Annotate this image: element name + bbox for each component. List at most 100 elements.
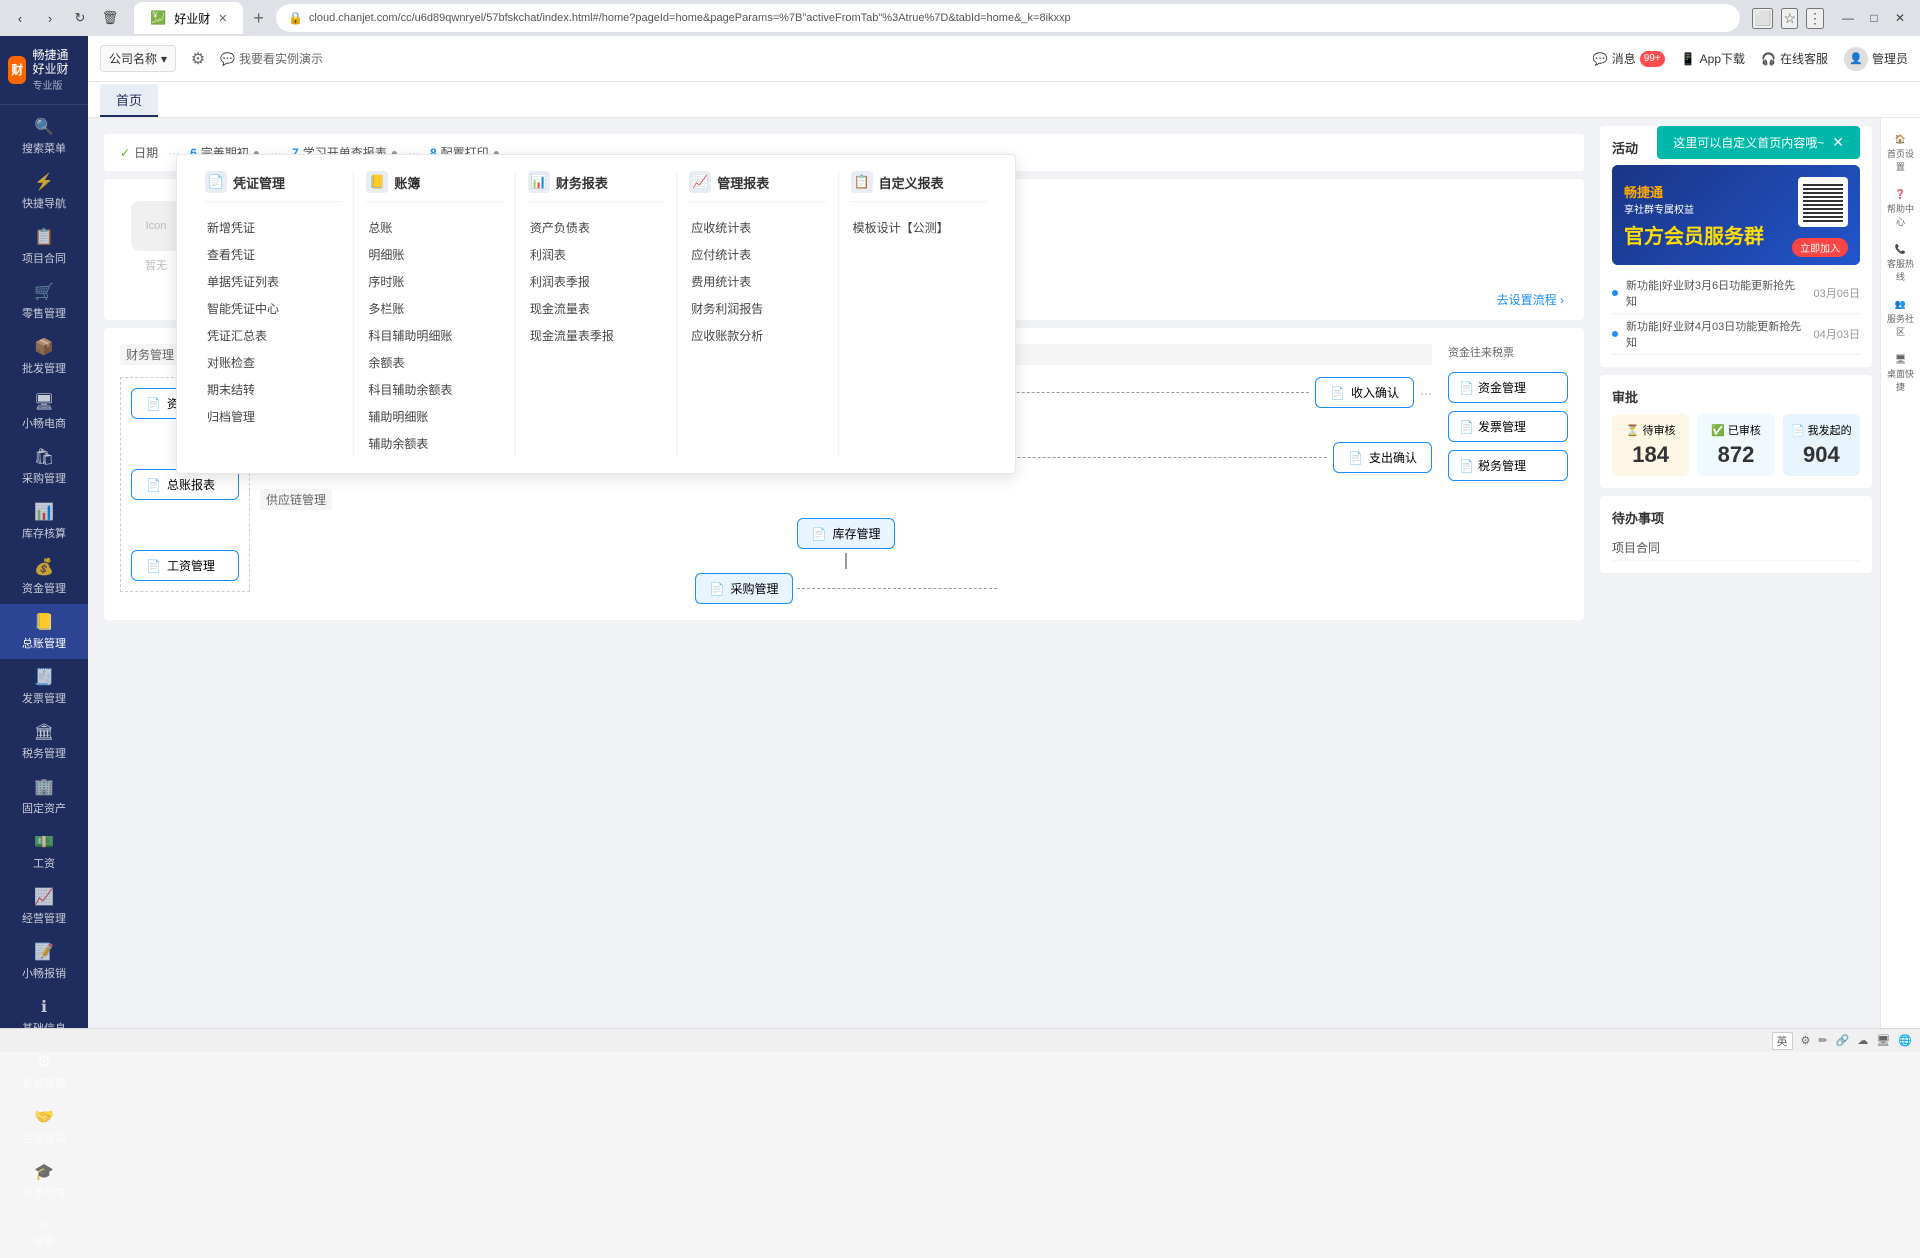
- dropdown-item-general-ledger[interactable]: 总账: [366, 214, 502, 241]
- screen-cast-button[interactable]: ⬜: [1752, 8, 1773, 29]
- dropdown-item-template-design[interactable]: 模板设计【公测】: [851, 214, 987, 241]
- tab-nav: 首页: [88, 82, 1920, 118]
- new-tab-button[interactable]: +: [245, 8, 272, 29]
- sidebar-item-guide[interactable]: 🎓 新手引导: [0, 1154, 88, 1209]
- user-info[interactable]: 👤 管理员: [1844, 47, 1908, 71]
- expense-icon: 📝: [34, 942, 54, 962]
- close-window-button[interactable]: ✕: [1888, 6, 1912, 30]
- dropdown-item-view-voucher[interactable]: 查看凭证: [205, 241, 341, 268]
- sidebar-item-tax[interactable]: 🏛 税务管理: [0, 714, 88, 769]
- ledger-flow-icon: 📄: [146, 478, 161, 492]
- minimize-button[interactable]: —: [1836, 6, 1860, 30]
- settings-icon: ⚙: [39, 1219, 49, 1232]
- dropdown-item-multi-col-ledger[interactable]: 多栏账: [366, 295, 502, 322]
- top-bar-left: 公司名称 ▾ ⚙ 💬 我要看实例演示: [100, 45, 1581, 73]
- status-bar: 英 ⚙ ✏ 🔗 ☁ 🖥 🌐: [0, 1028, 1920, 1052]
- sidebar-item-project-contract[interactable]: 📋 项目合同: [0, 219, 88, 274]
- sidebar-item-collab[interactable]: 🤝 企业协同: [0, 1099, 88, 1154]
- dropdown-item-detail-ledger[interactable]: 明细账: [366, 241, 502, 268]
- sidebar-item-wholesale[interactable]: 📦 批发管理: [0, 329, 88, 384]
- maximize-button[interactable]: □: [1862, 6, 1886, 30]
- tab-close-button[interactable]: ✕: [218, 12, 227, 25]
- lang-toggle[interactable]: 英: [1772, 1032, 1793, 1050]
- payroll-flow-icon: 📄: [146, 559, 161, 573]
- bookmark-button[interactable]: ☆: [1781, 8, 1798, 29]
- sidebar-operations-label: 经营管理: [22, 910, 66, 926]
- sidebar-item-fixed-assets[interactable]: 🏢 固定资产: [0, 769, 88, 824]
- top-bar: 公司名称 ▾ ⚙ 💬 我要看实例演示 💬 消息 99+ 📱 App下载: [88, 36, 1920, 82]
- dropdown-item-cash-flow-quarterly[interactable]: 现金流量表季报: [528, 322, 664, 349]
- app-container: 财 畅捷通好业财 专业版 🔍 搜索菜单 ⚡ 快捷导航 📋 项目合同 🛒 零售管理…: [0, 36, 1920, 1052]
- dropdown-item-expense-stats[interactable]: 费用统计表: [689, 268, 825, 295]
- dropdown-item-profit-report[interactable]: 财务利润报告: [689, 295, 825, 322]
- sidebar-settings-button[interactable]: ⚙ 设置: [0, 1209, 88, 1258]
- dropdown-item-income-statement[interactable]: 利润表: [528, 241, 664, 268]
- sidebar-item-quick-nav[interactable]: ⚡ 快捷导航: [0, 164, 88, 219]
- sidebar-item-system[interactable]: ⚙ 系统管理: [0, 1044, 88, 1099]
- sidebar-item-purchase[interactable]: 🛍 采购管理: [0, 439, 88, 494]
- message-button[interactable]: 💬 消息 99+: [1593, 50, 1665, 67]
- refresh-button[interactable]: ↻: [68, 6, 92, 30]
- sidebar-item-search[interactable]: 🔍 搜索菜单: [0, 109, 88, 164]
- sidebar-item-ecommerce[interactable]: 🖥 小畅电商: [0, 384, 88, 439]
- dropdown-item-subject-balance[interactable]: 科目辅助余额表: [366, 376, 502, 403]
- sidebar-purchase-label: 采购管理: [22, 470, 66, 486]
- dropdown-item-new-voucher[interactable]: 新增凭证: [205, 214, 341, 241]
- sidebar-item-inventory[interactable]: 📊 库存核算: [0, 494, 88, 549]
- sidebar-item-invoice[interactable]: 🧾 发票管理: [0, 659, 88, 714]
- dropdown-item-voucher-summary[interactable]: 凭证汇总表: [205, 322, 341, 349]
- app-download-button[interactable]: 📱 App下载: [1681, 50, 1745, 67]
- tab-home[interactable]: 首页: [100, 84, 158, 117]
- dropdown-item-aux-detail[interactable]: 辅助明细账: [366, 403, 502, 430]
- sidebar-ecommerce-label: 小畅电商: [22, 415, 66, 431]
- cloud-status-icon[interactable]: ☁: [1857, 1034, 1868, 1047]
- financial-header-title: 财务报表: [556, 173, 608, 192]
- dropdown-item-income-quarterly[interactable]: 利润表季报: [528, 268, 664, 295]
- forward-button[interactable]: ›: [38, 6, 62, 30]
- sidebar-item-retail[interactable]: 🛒 零售管理: [0, 274, 88, 329]
- sidebar-item-expense[interactable]: 📝 小畅报销: [0, 934, 88, 989]
- sidebar-item-operations[interactable]: 📈 经营管理: [0, 879, 88, 934]
- demo-icon: 💬: [220, 52, 235, 66]
- link-status-icon[interactable]: 🔗: [1836, 1034, 1850, 1047]
- dropdown-item-ar-analysis[interactable]: 应收账款分析: [689, 322, 825, 349]
- address-bar[interactable]: 🔒 cloud.chanjet.com/cc/u6d89qwnryel/57bf…: [276, 4, 1740, 32]
- dropdown-item-period-close[interactable]: 期末结转: [205, 376, 341, 403]
- sidebar-item-general-ledger[interactable]: 📒 总账管理: [0, 604, 88, 659]
- dropdown-overlay: 📄 凭证管理 新增凭证 查看凭证 单据凭证列表 智能凭证中心 凭证汇总表 对账检…: [176, 154, 1920, 1052]
- user-name: 管理员: [1872, 50, 1908, 67]
- dropdown-item-subject-detail[interactable]: 科目辅助明细账: [366, 322, 502, 349]
- sidebar-item-payroll[interactable]: 💵 工资: [0, 824, 88, 879]
- dropdown-col-mgmt-report: 📈 管理报表 应收统计表 应付统计表 费用统计表 财务利润报告 应收账款分析: [677, 171, 838, 457]
- back-button[interactable]: ‹: [8, 6, 32, 30]
- delete-button[interactable]: 🗑: [98, 6, 122, 30]
- service-button[interactable]: 🎧 在线客服: [1761, 50, 1828, 67]
- toast-text: 这里可以自定义首页内容哦~: [1673, 134, 1824, 151]
- settings-status-icon[interactable]: ⚙: [1801, 1034, 1811, 1047]
- monitor-status-icon[interactable]: 🖥: [1876, 1034, 1890, 1047]
- dropdown-item-ap-stats[interactable]: 应付统计表: [689, 241, 825, 268]
- network-status-icon[interactable]: 🌐: [1898, 1034, 1912, 1047]
- dropdown-item-aux-balance[interactable]: 辅助余额表: [366, 430, 502, 457]
- active-tab[interactable]: 💹 好业财 ✕: [134, 2, 243, 34]
- dropdown-item-ar-stats[interactable]: 应收统计表: [689, 214, 825, 241]
- sidebar-item-fund[interactable]: 💰 资金管理: [0, 549, 88, 604]
- company-selector[interactable]: 公司名称 ▾: [100, 45, 176, 72]
- general-ledger-icon: 📒: [34, 612, 54, 632]
- purchase-icon: 🛍: [34, 447, 54, 467]
- edit-status-icon[interactable]: ✏: [1818, 1034, 1827, 1047]
- dropdown-item-smart-voucher[interactable]: 智能凭证中心: [205, 295, 341, 322]
- browser-chrome: ‹ › ↻ 🗑 💹 好业财 ✕ + 🔒 cloud.chanjet.com/cc…: [0, 0, 1920, 36]
- retail-icon: 🛒: [34, 282, 54, 302]
- dropdown-item-balance-sheet[interactable]: 资产负债表: [528, 214, 664, 241]
- dropdown-item-reconcile[interactable]: 对账检查: [205, 349, 341, 376]
- toast-close-button[interactable]: ✕: [1832, 134, 1844, 151]
- settings-button[interactable]: ⚙: [184, 45, 212, 73]
- dropdown-item-cash-flow[interactable]: 现金流量表: [528, 295, 664, 322]
- dropdown-item-archive[interactable]: 归档管理: [205, 403, 341, 430]
- dropdown-item-balance-table[interactable]: 余额表: [366, 349, 502, 376]
- dropdown-item-voucher-list[interactable]: 单据凭证列表: [205, 268, 341, 295]
- dropdown-item-seq-ledger[interactable]: 序时账: [366, 268, 502, 295]
- demo-button[interactable]: 💬 我要看实例演示: [220, 50, 323, 67]
- extensions-button[interactable]: ⋮: [1806, 8, 1824, 29]
